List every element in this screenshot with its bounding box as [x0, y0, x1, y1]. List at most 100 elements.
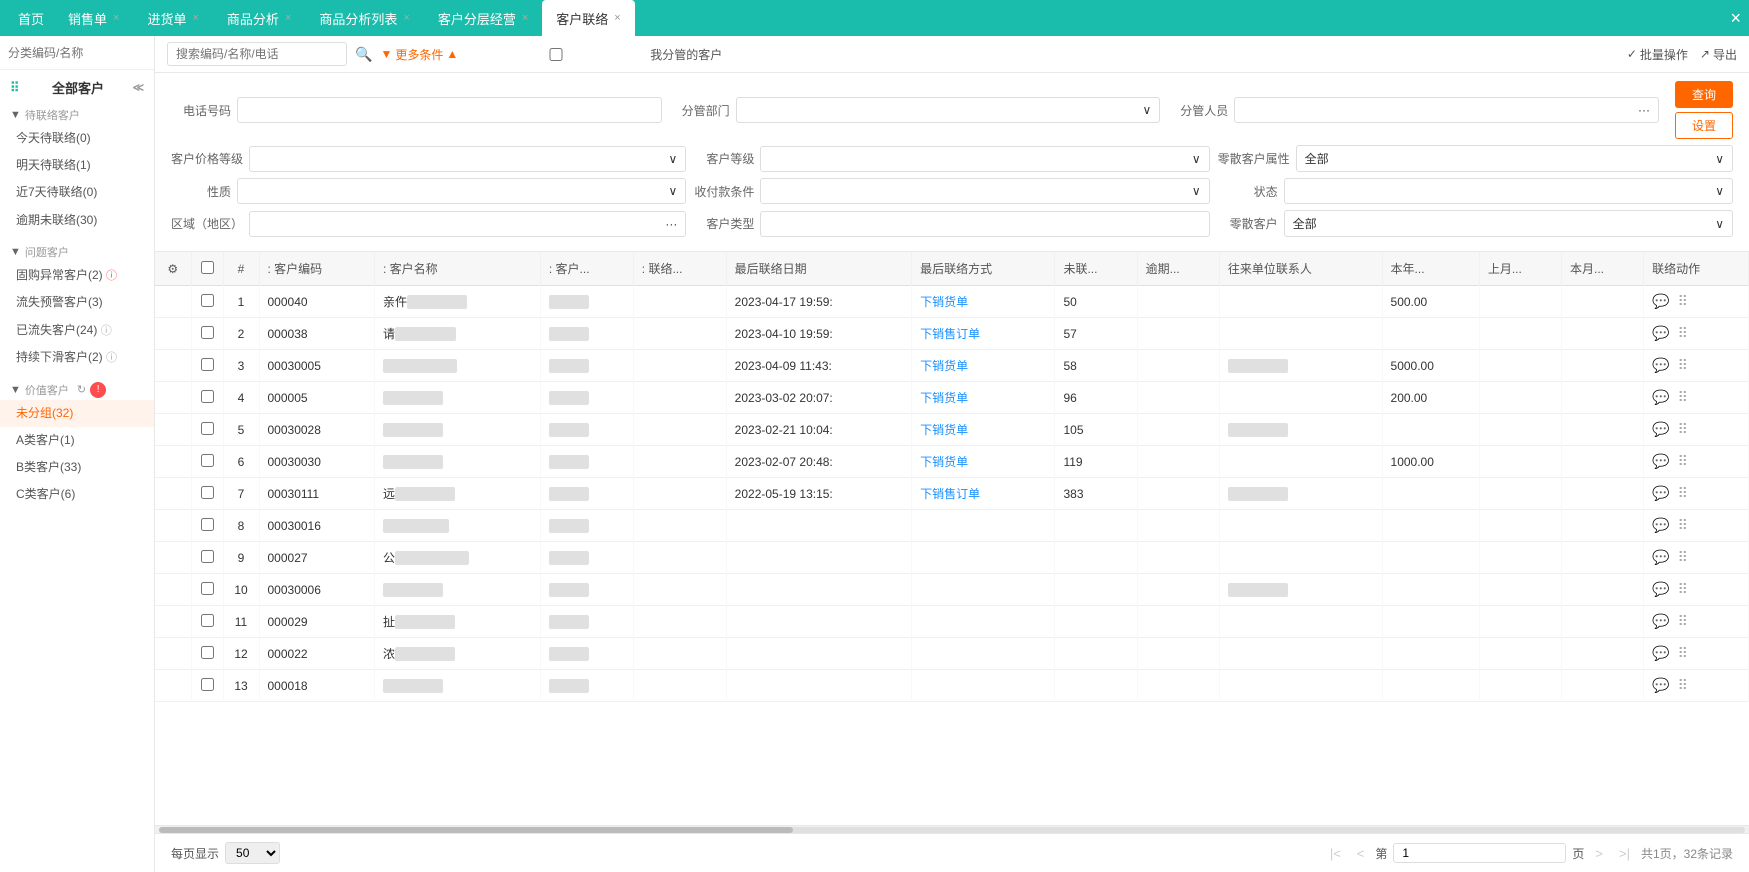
- sidebar-all-customers-header[interactable]: ⠿ 全部客户 ≪: [0, 70, 154, 101]
- contact-icon[interactable]: 💬: [1652, 389, 1669, 406]
- sidebar-item-persistent-low[interactable]: 持续下滑客户(2) ⓘ: [0, 344, 154, 372]
- reset-button[interactable]: 设置: [1675, 112, 1733, 139]
- contact-icon[interactable]: 💬: [1652, 549, 1669, 566]
- row-checkbox[interactable]: [201, 582, 214, 595]
- more-icon[interactable]: ⠿: [1678, 453, 1688, 470]
- more-icon[interactable]: ⠿: [1678, 293, 1688, 310]
- search-icon[interactable]: 🔍: [355, 46, 372, 63]
- tab-product-analysis-list-close[interactable]: ×: [403, 12, 409, 24]
- contact-icon[interactable]: 💬: [1652, 325, 1669, 342]
- price-refresh-icon[interactable]: ↻: [77, 383, 86, 396]
- row-checkbox[interactable]: [201, 678, 214, 691]
- col-customer-name[interactable]: : 客户名称: [374, 252, 540, 286]
- sidebar-item-fixed-abnormal[interactable]: 固购异常客户(2) ⓘ: [0, 262, 154, 290]
- payment-select[interactable]: ∨: [760, 178, 1209, 204]
- sidebar-item-tomorrow[interactable]: 明天待联络(1): [0, 152, 154, 179]
- row-check[interactable]: [191, 414, 223, 446]
- row-check[interactable]: [191, 542, 223, 574]
- tab-customer-contact[interactable]: 客户联络 ×: [542, 0, 634, 36]
- contact-icon[interactable]: 💬: [1652, 677, 1669, 694]
- row-check[interactable]: [191, 446, 223, 478]
- contact-icon[interactable]: 💬: [1652, 645, 1669, 662]
- more-icon[interactable]: ⠿: [1678, 677, 1688, 694]
- tab-purchase-close[interactable]: ×: [192, 12, 198, 24]
- sidebar-item-c-class[interactable]: C类客户(6): [0, 481, 154, 508]
- tab-product-analysis-close[interactable]: ×: [285, 12, 291, 24]
- price-group-header[interactable]: ▼ 价值客户 ↻ !: [0, 376, 154, 400]
- phone-input[interactable]: [237, 97, 662, 123]
- tab-customer-contact-close[interactable]: ×: [614, 12, 620, 24]
- col-check-all[interactable]: [191, 252, 223, 286]
- more-icon[interactable]: ⠿: [1678, 357, 1688, 374]
- sidebar-search-input[interactable]: [8, 46, 155, 60]
- tab-customer-segment-close[interactable]: ×: [522, 12, 528, 24]
- sidebar-item-lost[interactable]: 已流失客户(24) ⓘ: [0, 317, 154, 345]
- row-check[interactable]: [191, 318, 223, 350]
- more-icon[interactable]: ⠿: [1678, 485, 1688, 502]
- col-overdue[interactable]: 逾期...: [1137, 252, 1219, 286]
- row-checkbox[interactable]: [201, 422, 214, 435]
- prev-page-btn[interactable]: <: [1352, 844, 1370, 863]
- row-checkbox[interactable]: [201, 390, 214, 403]
- tab-product-analysis[interactable]: 商品分析 ×: [213, 0, 305, 36]
- sidebar-item-week[interactable]: 近7天待联络(0): [0, 179, 154, 206]
- more-conditions-btn[interactable]: ▼ 更多条件 ▲: [380, 46, 458, 63]
- row-checkbox[interactable]: [201, 614, 214, 627]
- contact-icon[interactable]: 💬: [1652, 581, 1669, 598]
- col-associate[interactable]: 往来单位联系人: [1219, 252, 1382, 286]
- row-check[interactable]: [191, 510, 223, 542]
- row-check[interactable]: [191, 574, 223, 606]
- more-icon[interactable]: ⠿: [1678, 389, 1688, 406]
- price-level-select[interactable]: ∨: [249, 146, 686, 172]
- tab-sales-close[interactable]: ×: [113, 12, 119, 24]
- sidebar-item-today[interactable]: 今天待联络(0): [0, 125, 154, 152]
- tab-sales[interactable]: 销售单 ×: [54, 0, 133, 36]
- sidebar-item-b-class[interactable]: B类客户(33): [0, 454, 154, 481]
- row-checkbox[interactable]: [201, 294, 214, 307]
- page-number-input[interactable]: [1393, 843, 1566, 863]
- nature-select[interactable]: ∨: [237, 178, 686, 204]
- retail-customer-select[interactable]: 全部 ∨: [1284, 210, 1733, 237]
- row-check[interactable]: [191, 286, 223, 318]
- my-customers-checkbox[interactable]: [466, 48, 646, 61]
- more-icon[interactable]: ⠿: [1678, 645, 1688, 662]
- problem-customers-group[interactable]: ▼ 问题客户: [0, 238, 154, 262]
- row-checkbox[interactable]: [201, 326, 214, 339]
- contact-icon[interactable]: 💬: [1652, 357, 1669, 374]
- row-check[interactable]: [191, 638, 223, 670]
- per-page-select[interactable]: 50 100 200: [225, 842, 280, 864]
- collapse-icon[interactable]: ≪: [132, 81, 144, 94]
- contact-icon[interactable]: 💬: [1652, 485, 1669, 502]
- row-check[interactable]: [191, 382, 223, 414]
- row-checkbox[interactable]: [201, 358, 214, 371]
- row-checkbox[interactable]: [201, 518, 214, 531]
- window-close-button[interactable]: ×: [1730, 8, 1741, 29]
- export-btn[interactable]: ↗ 导出: [1700, 46, 1737, 63]
- more-icon[interactable]: ⠿: [1678, 549, 1688, 566]
- manager-select[interactable]: ···: [1234, 97, 1659, 123]
- tab-home[interactable]: 首页: [8, 0, 54, 36]
- col-customer-code[interactable]: : 客户编码: [259, 252, 374, 286]
- horizontal-scrollbar[interactable]: [155, 825, 1749, 833]
- col-this-month[interactable]: 本月...: [1561, 252, 1643, 286]
- tab-product-analysis-list[interactable]: 商品分析列表 ×: [305, 0, 423, 36]
- contact-icon[interactable]: 💬: [1652, 293, 1669, 310]
- col-last-date[interactable]: 最后联络日期: [726, 252, 911, 286]
- batch-operations-btn[interactable]: ✓ 批量操作: [1627, 46, 1688, 63]
- contact-icon[interactable]: 💬: [1652, 517, 1669, 534]
- row-checkbox[interactable]: [201, 486, 214, 499]
- row-check[interactable]: [191, 478, 223, 510]
- contact-icon[interactable]: 💬: [1652, 453, 1669, 470]
- more-icon[interactable]: ⠿: [1678, 421, 1688, 438]
- row-check[interactable]: [191, 350, 223, 382]
- col-this-year[interactable]: 本年...: [1382, 252, 1479, 286]
- row-checkbox[interactable]: [201, 550, 214, 563]
- customer-level-select[interactable]: ∨: [760, 146, 1209, 172]
- customer-type-select[interactable]: [760, 211, 1209, 237]
- col-no-contact[interactable]: 未联...: [1055, 252, 1137, 286]
- query-button[interactable]: 查询: [1675, 81, 1733, 108]
- row-check[interactable]: [191, 606, 223, 638]
- first-page-btn[interactable]: |<: [1325, 844, 1346, 863]
- tab-purchase[interactable]: 进货单 ×: [133, 0, 212, 36]
- search-input[interactable]: [167, 42, 347, 66]
